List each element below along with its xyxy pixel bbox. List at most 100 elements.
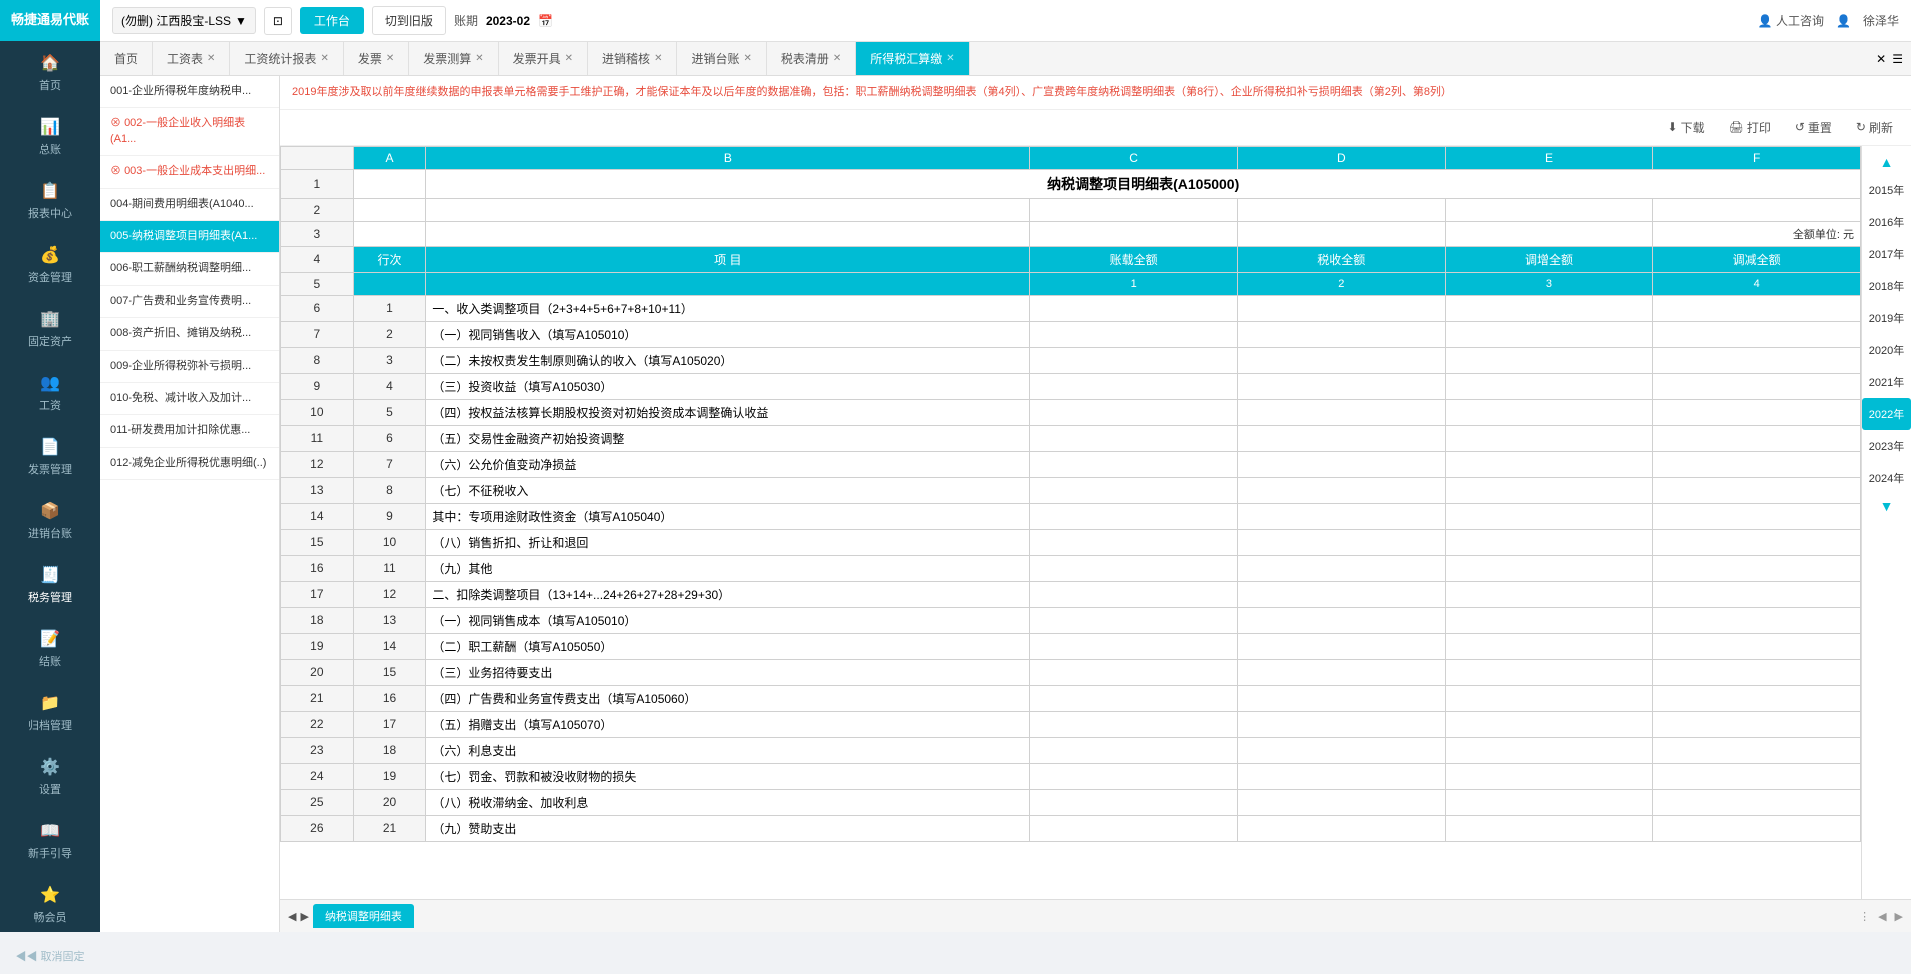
sidebar-item-invoice[interactable]: 📄 发票管理 [0, 425, 100, 489]
sidebar-item-home[interactable]: 🏠 首页 [0, 41, 100, 105]
data-cell-e[interactable] [1445, 711, 1653, 737]
year-nav-down[interactable]: ▼ [1876, 494, 1898, 518]
data-cell-d[interactable] [1237, 685, 1445, 711]
tab-close-icon[interactable]: ✕ [565, 53, 573, 64]
tab-invoice[interactable]: 发票 ✕ [344, 42, 409, 75]
data-cell-c[interactable] [1030, 295, 1238, 321]
left-panel-item-010[interactable]: 010-免税、减计收入及加计... [100, 383, 279, 415]
data-cell-d[interactable] [1237, 581, 1445, 607]
data-cell[interactable] [1445, 198, 1653, 221]
item-cell[interactable]: 其中：专项用途财政性资金（填写A105040） [426, 503, 1030, 529]
data-cell-e[interactable] [1445, 425, 1653, 451]
bottom-sheet-tab[interactable]: 纳税调整明细表 [313, 904, 414, 928]
item-cell[interactable]: （六）公允价值变动净损益 [426, 451, 1030, 477]
item-cell[interactable]: （一）视同销售收入（填写A105010） [426, 321, 1030, 347]
data-cell-c[interactable] [1030, 373, 1238, 399]
data-cell-f[interactable] [1653, 581, 1861, 607]
left-panel-item-007[interactable]: 007-广告费和业务宣传费明... [100, 286, 279, 318]
year-2020[interactable]: 2020年 [1862, 334, 1911, 366]
data-cell-f[interactable] [1653, 607, 1861, 633]
data-cell-d[interactable] [1237, 737, 1445, 763]
data-cell-e[interactable] [1445, 503, 1653, 529]
data-cell-d[interactable] [1237, 815, 1445, 841]
tab-close-icon[interactable]: ✕ [833, 53, 841, 64]
left-panel-item-011[interactable]: 011-研发费用加计扣除优惠... [100, 415, 279, 447]
nav-next-icon[interactable]: ▶ [300, 910, 308, 923]
left-panel-item-008[interactable]: 008-资产折旧、摊销及纳税... [100, 318, 279, 350]
data-cell-d[interactable] [1237, 503, 1445, 529]
tab-tax-list[interactable]: 税表清册 ✕ [767, 42, 856, 75]
data-cell-d[interactable] [1237, 763, 1445, 789]
sidebar-item-purchase[interactable]: 📦 进销台账 [0, 489, 100, 553]
tab-home[interactable]: 首页 [100, 42, 153, 75]
year-2022[interactable]: 2022年 [1862, 398, 1911, 430]
year-nav-up[interactable]: ▲ [1876, 150, 1898, 174]
tab-invoice-calc[interactable]: 发票测算 ✕ [409, 42, 498, 75]
data-cell-e[interactable] [1445, 373, 1653, 399]
scroll-left-icon[interactable]: ◀ [1878, 910, 1886, 923]
data-cell-f[interactable] [1653, 477, 1861, 503]
data-cell[interactable] [353, 169, 426, 198]
data-cell[interactable] [1237, 198, 1445, 221]
item-cell[interactable]: （九）赞助支出 [426, 815, 1030, 841]
item-cell[interactable]: （七）罚金、罚款和被没收财物的损失 [426, 763, 1030, 789]
data-cell-e[interactable] [1445, 347, 1653, 373]
data-cell-d[interactable] [1237, 477, 1445, 503]
download-button[interactable]: ⬇ 下载 [1662, 116, 1711, 139]
data-cell-d[interactable] [1237, 607, 1445, 633]
sidebar-item-salary[interactable]: 👥 工资 [0, 361, 100, 425]
data-cell-e[interactable] [1445, 763, 1653, 789]
data-cell-f[interactable] [1653, 295, 1861, 321]
sidebar-item-guide[interactable]: 📖 新手引导 [0, 809, 100, 873]
refresh-button[interactable]: ↻ 刷新 [1850, 116, 1899, 139]
data-cell-f[interactable] [1653, 737, 1861, 763]
sidebar-item-settings[interactable]: ⚙️ 设置 [0, 745, 100, 809]
item-cell[interactable]: （二）未按权责发生制原则确认的收入（填写A105020） [426, 347, 1030, 373]
data-cell-f[interactable] [1653, 321, 1861, 347]
data-cell-f[interactable] [1653, 451, 1861, 477]
item-cell[interactable]: （三）业务招待要支出 [426, 659, 1030, 685]
left-panel-item-004[interactable]: 004-期间费用明细表(A1040... [100, 189, 279, 221]
year-2024[interactable]: 2024年 [1862, 462, 1911, 494]
year-2015[interactable]: 2015年 [1862, 174, 1911, 206]
data-cell-d[interactable] [1237, 529, 1445, 555]
tab-close-icon[interactable]: ✕ [946, 53, 954, 64]
data-cell-d[interactable] [1237, 425, 1445, 451]
item-cell[interactable]: （二）职工薪酬（填写A105050） [426, 633, 1030, 659]
data-cell[interactable] [353, 198, 426, 221]
left-panel-item-001[interactable]: 001-企业所得税年度纳税申... [100, 76, 279, 108]
sidebar-item-tax[interactable]: 🧾 税务管理 [0, 553, 100, 617]
tab-close-icon[interactable]: ✕ [320, 53, 328, 64]
data-cell-d[interactable] [1237, 789, 1445, 815]
data-cell-f[interactable] [1653, 815, 1861, 841]
data-cell-f[interactable] [1653, 789, 1861, 815]
data-cell-f[interactable] [1653, 633, 1861, 659]
support-button[interactable]: 👤 人工咨询 [1758, 12, 1824, 29]
left-panel-item-006[interactable]: 006-职工薪酬纳税调整明细... [100, 253, 279, 285]
tab-salary-report[interactable]: 工资统计报表 ✕ [230, 42, 343, 75]
data-cell-c[interactable] [1030, 763, 1238, 789]
tab-close-icon[interactable]: ✕ [654, 53, 662, 64]
data-cell-c[interactable] [1030, 399, 1238, 425]
data-cell[interactable] [426, 221, 1030, 246]
data-cell-f[interactable] [1653, 399, 1861, 425]
data-cell-e[interactable] [1445, 815, 1653, 841]
data-cell-c[interactable] [1030, 477, 1238, 503]
tab-invoice-issue[interactable]: 发票开具 ✕ [499, 42, 588, 75]
data-cell-d[interactable] [1237, 295, 1445, 321]
data-cell-c[interactable] [1030, 685, 1238, 711]
item-cell[interactable]: （三）投资收益（填写A105030） [426, 373, 1030, 399]
item-cell[interactable]: 一、收入类调整项目（2+3+4+5+6+7+8+10+11） [426, 295, 1030, 321]
tab-salary[interactable]: 工资表 ✕ [153, 42, 230, 75]
tab-close-icon[interactable]: ✕ [743, 53, 751, 64]
data-cell-f[interactable] [1653, 555, 1861, 581]
sidebar-item-reports[interactable]: 📋 报表中心 [0, 169, 100, 233]
unpin-button[interactable]: ◀◀ 取消固定 [0, 937, 100, 974]
data-cell-c[interactable] [1030, 789, 1238, 815]
data-cell-c[interactable] [1030, 737, 1238, 763]
data-cell-c[interactable] [1030, 659, 1238, 685]
data-cell-f[interactable] [1653, 347, 1861, 373]
data-cell-c[interactable] [1030, 529, 1238, 555]
sidebar-item-finance[interactable]: 💰 资金管理 [0, 233, 100, 297]
item-cell[interactable]: （四）按权益法核算长期股权投资对初始投资成本调整确认收益 [426, 399, 1030, 425]
